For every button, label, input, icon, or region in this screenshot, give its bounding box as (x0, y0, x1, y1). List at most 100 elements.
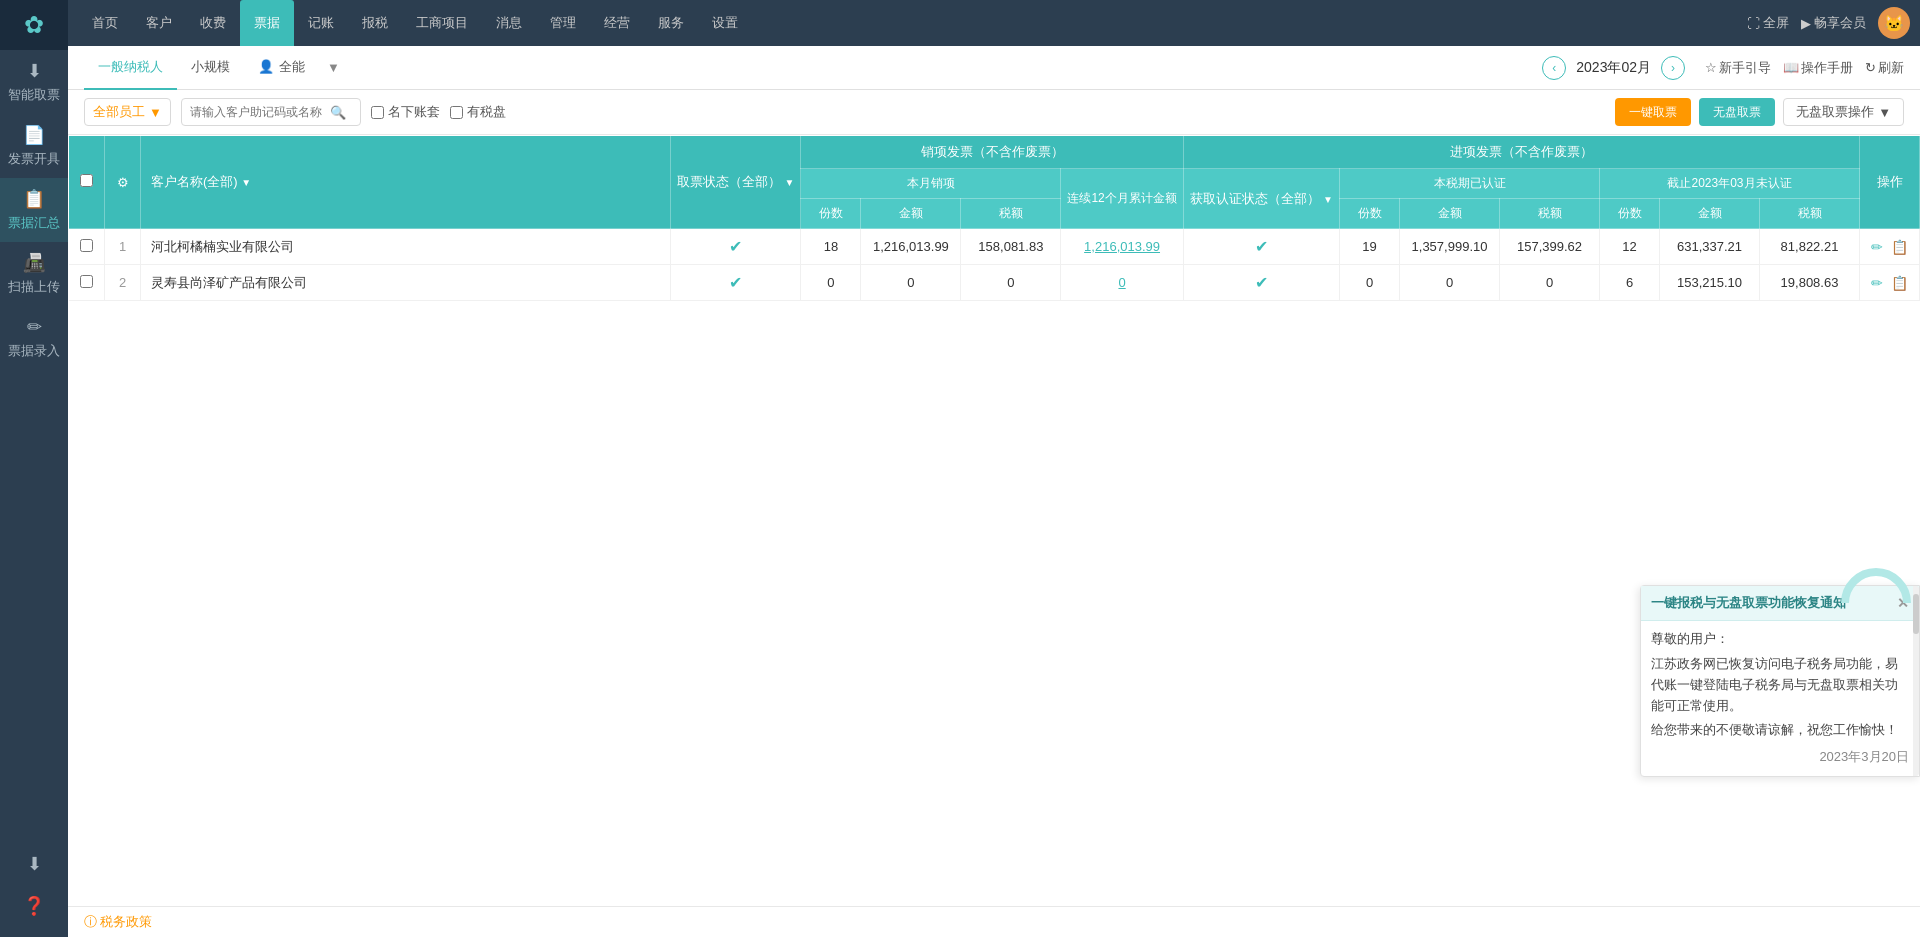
has-tax-disk-filter[interactable]: 有税盘 (450, 103, 506, 121)
nav-bookkeeping[interactable]: 记账 (294, 0, 348, 46)
col-operation-th: 操作 (1860, 136, 1920, 229)
nav-tax[interactable]: 报税 (348, 0, 402, 46)
sidebar-item-invoice-summary[interactable]: 📋 票据汇总 (0, 178, 68, 242)
tab-small[interactable]: 小规模 (177, 46, 244, 90)
deadline-tax: 19,808.63 (1760, 265, 1860, 301)
download-icon: ⬇ (27, 853, 42, 875)
ops-dropdown-icon: ▼ (1878, 105, 1891, 120)
copy-icon[interactable]: 📋 (1891, 239, 1908, 255)
nav-business[interactable]: 工商项目 (402, 0, 482, 46)
nav-operation[interactable]: 经营 (590, 0, 644, 46)
consecutive-amount[interactable]: 1,216,013.99 (1061, 229, 1183, 265)
select-all-checkbox[interactable] (80, 174, 93, 187)
customer-name: 灵寿县尚泽矿产品有限公司 (141, 265, 671, 301)
sidebar-item-label: 票据录入 (8, 342, 60, 360)
nav-service[interactable]: 服务 (644, 0, 698, 46)
nav-home[interactable]: 首页 (78, 0, 132, 46)
col-sales-tax: 税额 (961, 199, 1061, 229)
app-logo[interactable]: ✿ (0, 0, 68, 50)
row-checkbox-cell[interactable] (69, 265, 105, 301)
one-key-fetch-button[interactable]: 一键取票 (1615, 98, 1691, 126)
row-checkbox-cell[interactable] (69, 229, 105, 265)
nav-billing[interactable]: 收费 (186, 0, 240, 46)
sidebar-item-download[interactable]: ⬇ (0, 843, 68, 885)
tax-policy-label: 税务政策 (100, 913, 152, 931)
new-guide-link[interactable]: ☆ 新手引导 (1705, 59, 1771, 77)
all-tab-icon: 👤 (258, 59, 274, 74)
col-deadline-tax: 税额 (1760, 199, 1860, 229)
sidebar-item-data-entry[interactable]: ✏ 票据录入 (0, 306, 68, 370)
sidebar-item-scan-upload[interactable]: 📠 扫描上传 (0, 242, 68, 306)
invoice-table-wrap: ⚙ 客户名称(全部) ▼ 取票状态（全部） ▼ 销项发票（不含作废票） 进项发票… (68, 135, 1920, 906)
row-checkbox[interactable] (80, 275, 93, 288)
manual-link[interactable]: 📖 操作手册 (1783, 59, 1853, 77)
deadline-tax: 81,822.21 (1760, 229, 1860, 265)
table-row: 2 灵寿县尚泽矿产品有限公司 ✔ 0 0 0 0 ✔ 0 0 0 6 153,2… (69, 265, 1920, 301)
no-disk-fetch-button[interactable]: 无盘取票 (1699, 98, 1775, 126)
sidebar-item-smart-fetch[interactable]: ⬇ 智能取票 (0, 50, 68, 114)
nav-settings[interactable]: 设置 (698, 0, 752, 46)
top-nav: 首页 客户 收费 票据 记账 报税 工商项目 消息 管理 经营 服务 设置 ⛶ … (68, 0, 1920, 46)
nav-invoice[interactable]: 票据 (240, 0, 294, 46)
action-bar: 全部员工 ▼ 🔍 名下账套 有税盘 一键取票 无盘取票 无盘取票操作 ▼ (68, 90, 1920, 135)
row-checkbox[interactable] (80, 239, 93, 252)
monthly-count: 0 (801, 265, 861, 301)
consecutive-amount-link[interactable]: 0 (1118, 275, 1125, 290)
consecutive-amount[interactable]: 0 (1061, 265, 1183, 301)
deadline-amount: 631,337.21 (1660, 229, 1760, 265)
search-input[interactable] (190, 105, 330, 119)
employee-filter[interactable]: 全部员工 ▼ (84, 98, 171, 126)
sub-account-checkbox[interactable] (371, 106, 384, 119)
no-disk-ops-button[interactable]: 无盘取票操作 ▼ (1783, 98, 1904, 126)
get-status: ✔ (1183, 229, 1339, 265)
data-entry-icon: ✏ (27, 316, 42, 338)
col-current-amount: 金额 (1400, 199, 1500, 229)
edit-icon[interactable]: ✏ (1871, 239, 1883, 255)
current-count: 19 (1340, 229, 1400, 265)
tax-policy-link[interactable]: ⓘ 税务政策 (84, 913, 152, 931)
new-guide-icon: ☆ (1705, 60, 1717, 75)
copy-icon[interactable]: 📋 (1891, 275, 1908, 291)
sidebar-item-help[interactable]: ❓ (0, 885, 68, 927)
col-sales-count: 份数 (801, 199, 861, 229)
edit-icon[interactable]: ✏ (1871, 275, 1883, 291)
current-tax: 157,399.62 (1500, 229, 1600, 265)
monthly-tax: 0 (961, 265, 1061, 301)
fullscreen-button[interactable]: ⛶ 全屏 (1747, 14, 1789, 32)
col-checkbox (69, 136, 105, 229)
tab-general[interactable]: 一般纳税人 (84, 46, 177, 90)
nav-message[interactable]: 消息 (482, 0, 536, 46)
current-tax: 0 (1500, 265, 1600, 301)
date-next-button[interactable]: › (1661, 56, 1685, 80)
col-deadline-th: 截止2023年03月未认证 (1600, 169, 1860, 199)
tab-all[interactable]: 👤 全能 (244, 46, 319, 90)
search-icon[interactable]: 🔍 (330, 105, 346, 120)
nav-management[interactable]: 管理 (536, 0, 590, 46)
dropdown-icon: ▼ (149, 105, 162, 120)
user-avatar[interactable]: 🐱 (1878, 7, 1910, 39)
date-prev-button[interactable]: ‹ (1542, 56, 1566, 80)
refresh-link[interactable]: ↻ 刷新 (1865, 59, 1904, 77)
col-sales-header: 销项发票（不含作废票） (801, 136, 1183, 169)
member-button[interactable]: ▶ 畅享会员 (1801, 14, 1866, 32)
nav-customer[interactable]: 客户 (132, 0, 186, 46)
manual-icon: 📖 (1783, 60, 1799, 75)
consecutive-amount-link[interactable]: 1,216,013.99 (1084, 239, 1160, 254)
col-get-status-th: 获取认证状态（全部） ▼ (1183, 169, 1339, 229)
take-status-icon: ✔ (729, 238, 742, 255)
current-date: 2023年02月 (1576, 59, 1651, 77)
sidebar-item-issue-invoice[interactable]: 📄 发票开具 (0, 114, 68, 178)
deadline-count: 6 (1600, 265, 1660, 301)
col-customer-th: 客户名称(全部) ▼ (141, 136, 671, 229)
notification-date: 2023年3月20日 (1651, 747, 1909, 768)
topnav-right: ⛶ 全屏 ▶ 畅享会员 🐱 (1747, 7, 1910, 39)
customer-name: 河北柯橘楠实业有限公司 (141, 229, 671, 265)
deadline-count: 12 (1600, 229, 1660, 265)
tab-more-button[interactable]: ▼ (319, 60, 348, 75)
col-take-status-th: 取票状态（全部） ▼ (670, 136, 801, 229)
sub-account-filter[interactable]: 名下账套 (371, 103, 440, 121)
notification-line3: 给您带来的不便敬请谅解，祝您工作愉快！ (1651, 720, 1909, 741)
col-current-count: 份数 (1340, 199, 1400, 229)
sidebar-item-label: 发票开具 (8, 150, 60, 168)
has-tax-disk-checkbox[interactable] (450, 106, 463, 119)
